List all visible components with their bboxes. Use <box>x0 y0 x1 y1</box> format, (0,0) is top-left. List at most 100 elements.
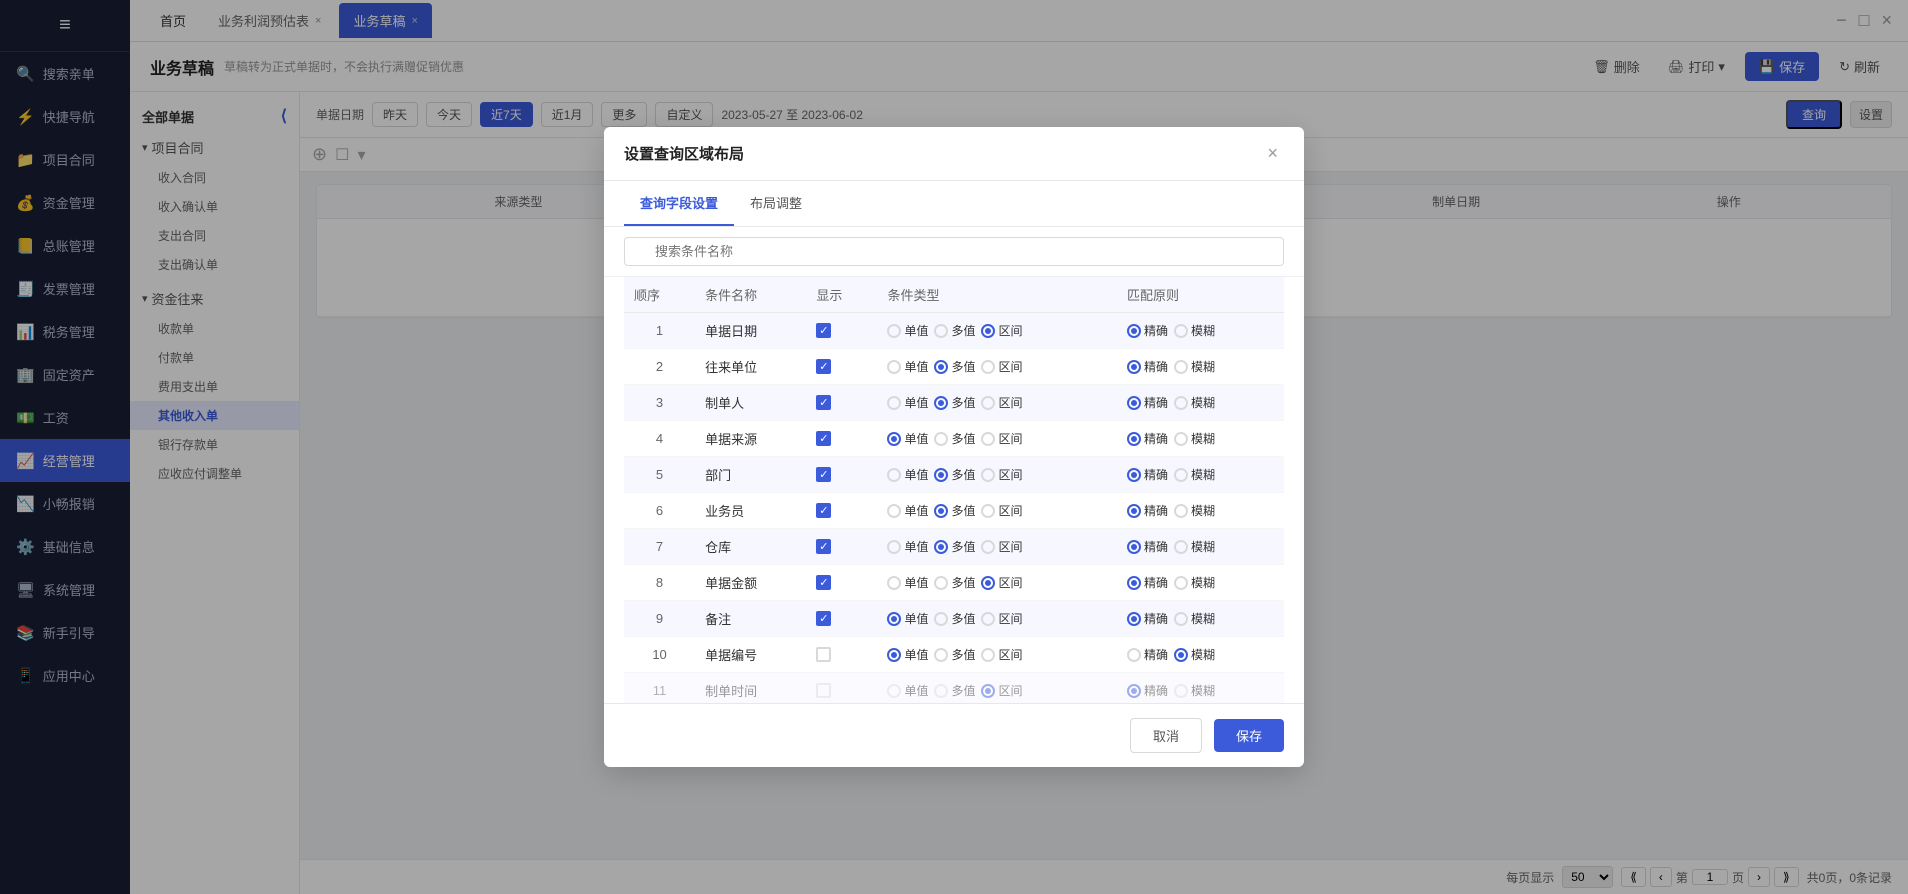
radio-type-多值[interactable]: 多值 <box>934 466 975 483</box>
radio-match-精确[interactable]: 精确 <box>1127 682 1168 699</box>
radio-match-精确[interactable]: 精确 <box>1127 574 1168 591</box>
radio-type-多值[interactable]: 多值 <box>934 322 975 339</box>
radio-match-精确[interactable]: 精确 <box>1127 322 1168 339</box>
radio-type-区间[interactable]: 区间 <box>981 430 1022 447</box>
radio-type-区间[interactable]: 区间 <box>981 538 1022 555</box>
row-show-checkbox[interactable]: ✓ <box>816 539 831 554</box>
radio-type-多值[interactable]: 多值 <box>934 610 975 627</box>
row-condition-name: 部门 <box>695 457 806 493</box>
radio-match-精确[interactable]: 精确 <box>1127 466 1168 483</box>
radio-type-多值[interactable]: 多值 <box>934 394 975 411</box>
radio-type-单值[interactable]: 单值 <box>887 610 928 627</box>
radio-match-精确[interactable]: 精确 <box>1127 646 1168 663</box>
row-condition-name: 单据日期 <box>695 313 806 349</box>
radio-type-单值[interactable]: 单值 <box>887 394 928 411</box>
radio-type-区间[interactable]: 区间 <box>981 610 1022 627</box>
modal-search-input[interactable] <box>624 237 1284 266</box>
radio-type-区间[interactable]: 区间 <box>981 466 1022 483</box>
col-name: 条件名称 <box>695 277 806 313</box>
row-condition-name: 仓库 <box>695 529 806 565</box>
radio-type-区间[interactable]: 区间 <box>981 574 1022 591</box>
row-order: 11 <box>624 673 695 704</box>
row-condition-name: 业务员 <box>695 493 806 529</box>
radio-type-单值[interactable]: 单值 <box>887 538 928 555</box>
radio-type-单值[interactable]: 单值 <box>887 358 928 375</box>
modal-tab-field-settings[interactable]: 查询字段设置 <box>624 181 734 226</box>
row-order: 6 <box>624 493 695 529</box>
row-show-checkbox[interactable]: ✓ <box>816 467 831 482</box>
modal-overlay: 设置查询区域布局 × 查询字段设置 布局调整 🔍 顺序 <box>0 0 1908 894</box>
row-condition-name: 备注 <box>695 601 806 637</box>
search-wrap: 🔍 <box>624 237 1284 266</box>
radio-type-区间[interactable]: 区间 <box>981 358 1022 375</box>
radio-type-多值[interactable]: 多值 <box>934 682 975 699</box>
radio-match-模糊[interactable]: 模糊 <box>1174 430 1215 447</box>
radio-type-多值[interactable]: 多值 <box>934 646 975 663</box>
radio-type-单值[interactable]: 单值 <box>887 574 928 591</box>
modal-save-button[interactable]: 保存 <box>1214 719 1284 752</box>
radio-type-区间[interactable]: 区间 <box>981 646 1022 663</box>
row-show-checkbox[interactable] <box>816 647 831 662</box>
radio-match-模糊[interactable]: 模糊 <box>1174 646 1215 663</box>
radio-match-精确[interactable]: 精确 <box>1127 430 1168 447</box>
radio-match-模糊[interactable]: 模糊 <box>1174 574 1215 591</box>
radio-type-多值[interactable]: 多值 <box>934 358 975 375</box>
radio-type-多值[interactable]: 多值 <box>934 430 975 447</box>
radio-type-单值[interactable]: 单值 <box>887 322 928 339</box>
radio-match-精确[interactable]: 精确 <box>1127 502 1168 519</box>
radio-match-模糊[interactable]: 模糊 <box>1174 502 1215 519</box>
row-order: 7 <box>624 529 695 565</box>
radio-type-多值[interactable]: 多值 <box>934 538 975 555</box>
radio-match-模糊[interactable]: 模糊 <box>1174 394 1215 411</box>
modal-header: 设置查询区域布局 × <box>604 127 1304 181</box>
row-order: 2 <box>624 349 695 385</box>
radio-type-多值[interactable]: 多值 <box>934 502 975 519</box>
radio-type-区间[interactable]: 区间 <box>981 322 1022 339</box>
row-condition-name: 单据来源 <box>695 421 806 457</box>
row-order: 5 <box>624 457 695 493</box>
radio-type-单值[interactable]: 单值 <box>887 646 928 663</box>
row-condition-name: 制单时间 <box>695 673 806 704</box>
modal-search-area: 🔍 <box>604 227 1304 277</box>
row-show-checkbox[interactable] <box>816 683 831 698</box>
row-condition-name: 单据编号 <box>695 637 806 673</box>
col-show: 显示 <box>806 277 877 313</box>
radio-match-精确[interactable]: 精确 <box>1127 358 1168 375</box>
radio-match-精确[interactable]: 精确 <box>1127 394 1168 411</box>
row-show-checkbox[interactable]: ✓ <box>816 431 831 446</box>
radio-match-模糊[interactable]: 模糊 <box>1174 610 1215 627</box>
row-order: 3 <box>624 385 695 421</box>
modal-title: 设置查询区域布局 <box>624 143 744 164</box>
row-order: 8 <box>624 565 695 601</box>
radio-type-单值[interactable]: 单值 <box>887 430 928 447</box>
settings-modal: 设置查询区域布局 × 查询字段设置 布局调整 🔍 顺序 <box>604 127 1304 767</box>
row-show-checkbox[interactable]: ✓ <box>816 323 831 338</box>
radio-match-模糊[interactable]: 模糊 <box>1174 358 1215 375</box>
radio-type-单值[interactable]: 单值 <box>887 466 928 483</box>
row-show-checkbox[interactable]: ✓ <box>816 575 831 590</box>
radio-match-精确[interactable]: 精确 <box>1127 610 1168 627</box>
radio-type-单值[interactable]: 单值 <box>887 502 928 519</box>
row-condition-name: 往来单位 <box>695 349 806 385</box>
radio-type-区间[interactable]: 区间 <box>981 394 1022 411</box>
modal-close-button[interactable]: × <box>1261 141 1284 166</box>
radio-match-模糊[interactable]: 模糊 <box>1174 538 1215 555</box>
radio-type-区间[interactable]: 区间 <box>981 682 1022 699</box>
row-show-checkbox[interactable]: ✓ <box>816 359 831 374</box>
radio-match-模糊[interactable]: 模糊 <box>1174 466 1215 483</box>
cancel-button[interactable]: 取消 <box>1130 718 1202 753</box>
radio-match-模糊[interactable]: 模糊 <box>1174 682 1215 699</box>
col-match: 匹配原则 <box>1117 277 1284 313</box>
modal-tabs: 查询字段设置 布局调整 <box>604 181 1304 227</box>
modal-tab-layout-adjust[interactable]: 布局调整 <box>734 181 818 226</box>
radio-type-多值[interactable]: 多值 <box>934 574 975 591</box>
radio-match-精确[interactable]: 精确 <box>1127 538 1168 555</box>
row-show-checkbox[interactable]: ✓ <box>816 395 831 410</box>
modal-footer: 取消 保存 <box>604 703 1304 767</box>
radio-type-单值[interactable]: 单值 <box>887 682 928 699</box>
row-order: 4 <box>624 421 695 457</box>
row-show-checkbox[interactable]: ✓ <box>816 503 831 518</box>
radio-match-模糊[interactable]: 模糊 <box>1174 322 1215 339</box>
radio-type-区间[interactable]: 区间 <box>981 502 1022 519</box>
row-show-checkbox[interactable]: ✓ <box>816 611 831 626</box>
